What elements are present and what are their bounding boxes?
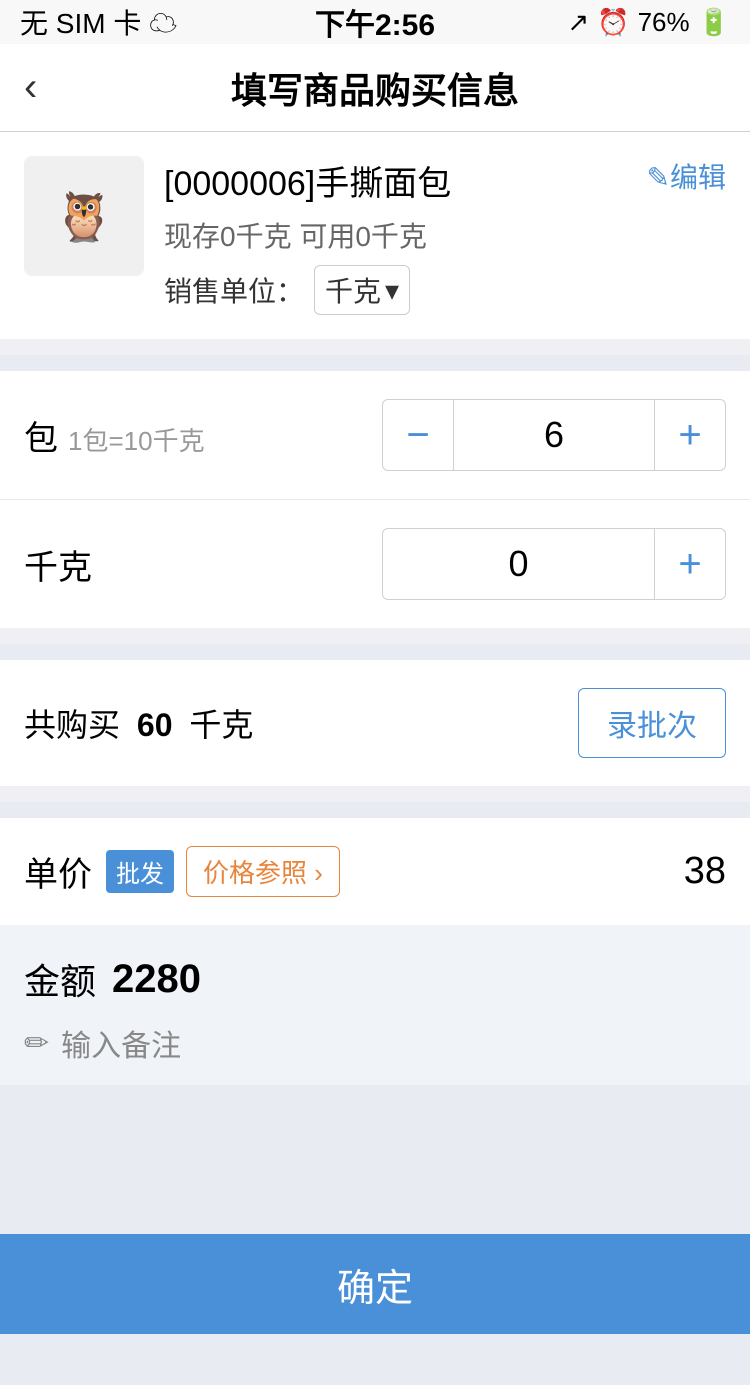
amount-row: 金额 2280 xyxy=(24,953,726,1005)
no-sim-label: 无 SIM 卡 ☁ xyxy=(20,2,177,42)
remark-row[interactable]: ✏ 输入备注 xyxy=(24,1021,726,1065)
confirm-button[interactable]: 确定 xyxy=(0,1234,750,1334)
price-value: 38 xyxy=(684,850,726,893)
qty-input-kg[interactable] xyxy=(382,528,654,600)
qty-minus-bao[interactable]: − xyxy=(382,399,454,471)
qty-plus-bao[interactable]: + xyxy=(654,399,726,471)
product-thumbnail: 🦉 xyxy=(24,156,144,276)
product-name: [0000006]手撕面包 xyxy=(164,156,647,205)
qty-plus-kg[interactable]: + xyxy=(654,528,726,600)
product-stock: 现存0千克 可用0千克 xyxy=(164,215,726,255)
qty-input-bao[interactable] xyxy=(454,399,654,471)
amount-label: 金额 xyxy=(24,953,96,1005)
price-tag-wholesale: 批发 xyxy=(106,850,174,893)
status-right: ↗ ⏰ 76% 🔋 xyxy=(567,7,730,38)
price-label: 单价 xyxy=(24,847,92,896)
status-time: 下午2:56 xyxy=(315,0,435,44)
quantity-section: 包1包=10千克 − + 千克 + xyxy=(0,371,750,628)
divider-3 xyxy=(0,802,750,818)
nav-bar: ‹ 填写商品购买信息 xyxy=(0,44,750,132)
battery-label: 76% xyxy=(638,7,690,38)
quantity-row-bao: 包1包=10千克 − + xyxy=(0,371,750,500)
status-left: 无 SIM 卡 ☁ xyxy=(20,2,177,42)
remark-placeholder: 输入备注 xyxy=(61,1021,181,1065)
qty-label-kg: 千克 xyxy=(24,540,382,589)
total-unit: 千克 xyxy=(189,707,253,743)
price-reference-button[interactable]: 价格参照 › xyxy=(186,846,340,897)
unit-value: 千克 xyxy=(325,270,381,310)
product-thumb-icon: 🦉 xyxy=(54,188,114,245)
chevron-down-icon: ▾ xyxy=(385,274,399,307)
amount-value: 2280 xyxy=(112,957,201,1002)
unit-select[interactable]: 千克 ▾ xyxy=(314,265,410,315)
divider-2 xyxy=(0,644,750,660)
total-prefix: 共购买 xyxy=(24,707,120,743)
quantity-row-kg: 千克 + xyxy=(0,500,750,628)
product-edit-button[interactable]: ✎编辑 xyxy=(647,156,726,196)
total-text: 共购买 60 千克 xyxy=(24,700,253,746)
qty-sublabel-bao: 1包=10千克 xyxy=(68,426,205,456)
product-header: [0000006]手撕面包 ✎编辑 xyxy=(164,156,726,205)
product-unit-row: 销售单位： 千克 ▾ xyxy=(164,265,726,315)
total-section: 共购买 60 千克 录批次 xyxy=(0,660,750,786)
qty-control-bao: − + xyxy=(382,399,726,471)
total-amount: 60 xyxy=(137,707,173,743)
product-info: [0000006]手撕面包 ✎编辑 现存0千克 可用0千克 销售单位： 千克 ▾ xyxy=(164,156,726,315)
pencil-icon: ✏ xyxy=(24,1026,49,1061)
divider-1 xyxy=(0,355,750,371)
location-icon: ↗ xyxy=(567,7,589,38)
product-section: 🦉 [0000006]手撕面包 ✎编辑 现存0千克 可用0千克 销售单位： 千克… xyxy=(0,132,750,339)
page-title: 填写商品购买信息 xyxy=(231,62,519,114)
battery-icon: 🔋 xyxy=(698,7,730,38)
batch-button[interactable]: 录批次 xyxy=(578,688,726,758)
alarm-icon: ⏰ xyxy=(597,7,629,38)
back-button[interactable]: ‹ xyxy=(24,65,37,110)
qty-control-kg: + xyxy=(382,528,726,600)
unit-label: 销售单位： xyxy=(164,270,304,310)
qty-label-bao: 包1包=10千克 xyxy=(24,411,382,460)
status-bar: 无 SIM 卡 ☁ 下午2:56 ↗ ⏰ 76% 🔋 xyxy=(0,0,750,44)
amount-section: 金额 2280 ✏ 输入备注 xyxy=(0,925,750,1085)
price-section: 单价 批发 价格参照 › 38 xyxy=(0,818,750,925)
